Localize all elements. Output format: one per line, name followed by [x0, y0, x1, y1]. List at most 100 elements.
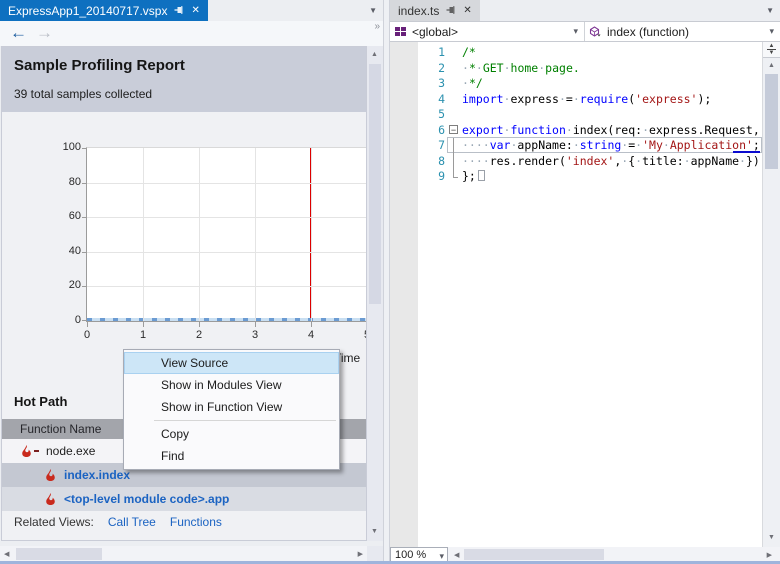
code-text: ·*/ [462, 76, 483, 90]
code-line-8[interactable]: 8 ····res.render('index',·{·title:·appNam… [390, 153, 762, 170]
x-tick-label: 5 [357, 329, 366, 341]
cpu-usage-chart[interactable]: 0 20 40 60 80 100 0 1 2 3 4 5 [63, 141, 366, 341]
horizontal-scroll-thumb[interactable] [464, 549, 604, 560]
report-toolbar: ← → » [0, 21, 383, 46]
function-name[interactable]: node.exe [46, 444, 95, 458]
outline-margin [448, 92, 461, 108]
x-tick-label: 4 [307, 329, 315, 341]
menu-item-find[interactable]: Find [124, 445, 339, 467]
scroll-left-icon[interactable]: ◀ [454, 551, 459, 561]
outline-margin [448, 153, 461, 170]
scroll-down-icon[interactable]: ▼ [768, 533, 775, 543]
gridline [87, 217, 366, 218]
hot-path-row[interactable]: <top-level module code>.app [2, 487, 366, 511]
code-line-3[interactable]: 3 ·*/ [390, 76, 762, 92]
y-tick-mark [82, 217, 87, 218]
x-tick-mark [199, 322, 200, 327]
member-dropdown[interactable]: index (function) ▾ [584, 22, 780, 41]
line-number: 6 [438, 122, 445, 137]
functions-link[interactable]: Functions [170, 515, 222, 529]
x-tick-mark [143, 322, 144, 327]
code-line-4[interactable]: 4 import·express·=·require('express'); [390, 92, 762, 108]
context-menu: View Source Show in Modules View Show in F… [123, 349, 340, 470]
call-tree-link[interactable]: Call Tree [108, 515, 156, 529]
menu-item-view-source[interactable]: View Source [124, 352, 339, 374]
x-tick-label: 0 [83, 329, 91, 341]
report-horizontal-scrollbar[interactable]: ◀ ▶ [0, 546, 367, 562]
close-icon[interactable]: ✕ [191, 5, 199, 16]
scope-dropdown[interactable]: <global> ▾ [390, 22, 585, 41]
menu-item-show-in-modules-view[interactable]: Show in Modules View [124, 374, 339, 396]
flame-caller-icon [20, 444, 39, 458]
gridline [143, 148, 144, 321]
scroll-down-icon[interactable]: ▼ [371, 527, 378, 537]
x-tick-label: 2 [195, 329, 203, 341]
scroll-left-icon[interactable]: ◀ [4, 550, 9, 560]
line-number: 1 [438, 45, 445, 59]
gridline [87, 286, 366, 287]
scroll-up-icon[interactable]: ▲ [371, 50, 378, 60]
scroll-right-icon[interactable]: ▶ [767, 551, 772, 561]
back-icon[interactable]: ← [10, 23, 27, 43]
chevron-down-icon[interactable]: ▾ [573, 26, 578, 37]
line-number: 5 [438, 107, 445, 121]
related-views-label: Related Views: [14, 515, 94, 529]
menu-item-copy[interactable]: Copy [124, 423, 339, 445]
code-line-5[interactable]: 5 [390, 107, 762, 123]
line-number: 7 [438, 138, 445, 152]
code-line-1[interactable]: 1 /* [390, 45, 762, 61]
report-vertical-scrollbar[interactable]: ▲ ▼ [367, 46, 383, 541]
code-line-7[interactable]: 7 ····var·appName:·string·=·'My·Applicati… [390, 137, 762, 154]
chevron-down-icon[interactable]: ▾ [769, 26, 774, 37]
fold-line [453, 169, 454, 177]
toolbar-overflow-icon[interactable]: » [374, 21, 380, 32]
tab-index-ts[interactable]: index.ts ✕ [390, 0, 480, 21]
editor-split-handle[interactable]: ▲ ▼ [763, 42, 780, 58]
outline-margin [448, 45, 461, 61]
zoom-level-dropdown[interactable]: 100 % ▾ [390, 547, 448, 562]
y-tick-mark [82, 320, 87, 321]
code-line-2[interactable]: 2 ·*·GET·home·page. [390, 61, 762, 77]
function-name[interactable]: <top-level module code>.app [64, 492, 229, 506]
tab-expressapp-vspx[interactable]: ExpressApp1_20140717.vspx ✕ [0, 0, 208, 21]
close-icon[interactable]: ✕ [463, 5, 471, 16]
pin-icon[interactable] [446, 4, 456, 18]
module-icon [395, 27, 406, 36]
tab-title: ExpressApp1_20140717.vspx [8, 3, 168, 18]
x-tick-mark [311, 322, 312, 327]
hot-path-heading: Hot Path [14, 394, 68, 409]
y-tick-label: 60 [68, 210, 81, 222]
line-number: 8 [438, 153, 445, 168]
editor-vertical-scrollbar[interactable]: ▲ ▼ ▲ ▼ [762, 42, 780, 547]
horizontal-scroll-thumb[interactable] [16, 548, 102, 560]
line-number: 9 [438, 169, 445, 183]
panel-splitter[interactable] [383, 0, 390, 561]
fold-line [453, 138, 454, 154]
x-tick-mark [87, 322, 88, 327]
fold-line-end [453, 177, 458, 178]
menu-item-show-in-function-view[interactable]: Show in Function View [124, 396, 339, 418]
pin-icon[interactable] [174, 4, 184, 18]
fold-line [453, 153, 454, 170]
gridline [87, 252, 366, 253]
forward-icon: → [36, 23, 53, 42]
line-number: 2 [438, 60, 445, 75]
function-name[interactable]: index.index [64, 468, 130, 482]
scroll-up-icon[interactable]: ▲ [768, 61, 775, 71]
code-line-9[interactable]: 9}; [390, 169, 762, 185]
vertical-scroll-thumb[interactable] [369, 64, 381, 304]
y-tick-mark [82, 183, 87, 184]
code-text: export·function·index(req:·express.Reque… [462, 122, 760, 137]
fold-box-icon[interactable]: − [449, 124, 458, 134]
vertical-scroll-thumb[interactable] [765, 74, 778, 169]
tab-list-dropdown-icon[interactable]: ▼ [766, 6, 774, 15]
outline-margin [448, 76, 461, 92]
line-number: 4 [438, 91, 445, 106]
tab-list-dropdown-icon[interactable]: ▼ [369, 6, 377, 15]
zoom-level-value: 100 % [395, 549, 427, 561]
code-editor-panel: index.ts ✕ ▼ <global> ▾ index (function)… [390, 0, 780, 562]
editor-status-row: 100 % ▾ ◀ ▶ [390, 547, 780, 562]
code-text: ·*·GET·home·page. [462, 60, 580, 75]
code-editor[interactable]: 1 /* 2 ·*·GET·home·page. 3 ·*/ 4 import·express… [390, 42, 762, 547]
scroll-right-icon[interactable]: ▶ [358, 550, 363, 560]
